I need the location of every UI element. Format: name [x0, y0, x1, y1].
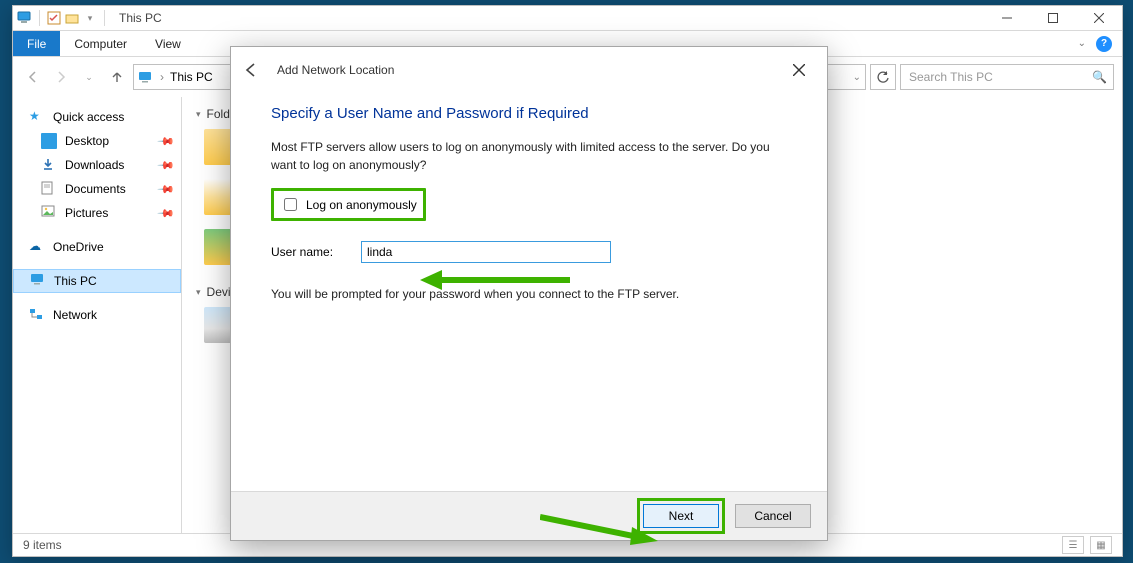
nav-up-button[interactable] [105, 65, 129, 89]
sidebar-item-downloads[interactable]: Downloads 📌 [13, 153, 181, 177]
sidebar-label: Documents [65, 182, 126, 196]
quick-access-toolbar: ▾ [17, 10, 109, 26]
onedrive-icon: ☁ [29, 239, 45, 255]
wizard-close-button[interactable] [779, 56, 819, 84]
ribbon-expand-icon[interactable]: ⌄ [1078, 38, 1086, 49]
qat-dropdown-icon[interactable]: ▾ [82, 10, 98, 26]
maximize-button[interactable] [1030, 6, 1076, 30]
ribbon-tab-file[interactable]: File [13, 31, 60, 56]
sidebar-label: Network [53, 308, 97, 322]
minimize-button[interactable] [984, 6, 1030, 30]
network-icon [29, 307, 45, 323]
nav-recent-dropdown[interactable]: ⌄ [77, 65, 101, 89]
sidebar-label: OneDrive [53, 240, 104, 254]
pictures-icon [41, 205, 57, 221]
titlebar-separator [104, 10, 105, 26]
anonymous-checkbox-input[interactable] [284, 198, 297, 211]
cancel-button[interactable]: Cancel [735, 504, 811, 528]
sidebar-label: This PC [54, 274, 97, 288]
properties-icon[interactable] [46, 10, 62, 26]
chevron-down-icon[interactable]: ▾ [196, 287, 201, 298]
titlebar-separator [39, 10, 40, 26]
sidebar-quick-access[interactable]: ★ Quick access [13, 105, 181, 129]
search-input[interactable] [907, 69, 1086, 85]
this-pc-titlebar-icon [17, 10, 33, 26]
window-title: This PC [119, 11, 162, 25]
pin-icon: 📌 [157, 156, 176, 175]
wizard-footer: Next Cancel [231, 491, 827, 540]
username-label: User name: [271, 245, 341, 259]
sidebar-onedrive[interactable]: ☁ OneDrive [13, 235, 181, 259]
sidebar-network[interactable]: Network [13, 303, 181, 327]
status-item-count: 9 items [23, 538, 62, 552]
checkbox-label: Log on anonymously [306, 198, 417, 212]
wizard-header: Add Network Location [231, 47, 827, 87]
add-network-location-wizard: Add Network Location Specify a User Name… [230, 46, 828, 541]
wizard-body: Specify a User Name and Password if Requ… [231, 87, 827, 491]
ribbon-tab-view[interactable]: View [141, 31, 195, 56]
details-view-button[interactable]: ☰ [1062, 536, 1084, 554]
titlebar: ▾ This PC [13, 6, 1122, 30]
pin-icon: 📌 [157, 132, 176, 151]
wizard-back-button[interactable] [239, 58, 263, 82]
search-box[interactable]: 🔍 [900, 64, 1114, 90]
sidebar-item-documents[interactable]: Documents 📌 [13, 177, 181, 201]
sidebar-label: Quick access [53, 110, 124, 124]
highlight-annotation: Next [637, 498, 725, 534]
this-pc-icon [30, 273, 46, 289]
wizard-description: Most FTP servers allow users to log on a… [271, 138, 787, 174]
chevron-right-icon[interactable]: › [160, 70, 164, 84]
window-controls [984, 6, 1122, 30]
tiles-view-button[interactable]: ▦ [1090, 536, 1112, 554]
pin-icon: 📌 [157, 180, 176, 199]
address-dropdown-icon[interactable]: ⌄ [853, 72, 861, 83]
nav-forward-button[interactable] [49, 65, 73, 89]
highlight-annotation: Log on anonymously [271, 188, 426, 221]
wizard-password-note: You will be prompted for your password w… [271, 285, 787, 303]
address-pc-icon [138, 71, 154, 83]
username-row: User name: [271, 241, 787, 263]
sidebar-label: Pictures [65, 206, 108, 220]
sidebar-item-desktop[interactable]: Desktop 📌 [13, 129, 181, 153]
address-segment[interactable]: This PC [170, 70, 213, 84]
navigation-pane: ★ Quick access Desktop 📌 Downloads 📌 Doc… [13, 97, 182, 533]
documents-icon [41, 181, 57, 197]
sidebar-label: Desktop [65, 134, 109, 148]
pin-icon: 📌 [157, 204, 176, 223]
star-icon: ★ [29, 109, 45, 125]
new-folder-icon[interactable] [64, 10, 80, 26]
wizard-title: Add Network Location [277, 63, 394, 77]
username-input[interactable] [361, 241, 611, 263]
downloads-icon [41, 157, 57, 173]
log-on-anonymously-checkbox[interactable]: Log on anonymously [280, 195, 417, 214]
nav-back-button[interactable] [21, 65, 45, 89]
sidebar-item-pictures[interactable]: Pictures 📌 [13, 201, 181, 225]
wizard-heading: Specify a User Name and Password if Requ… [271, 105, 787, 122]
close-button[interactable] [1076, 6, 1122, 30]
chevron-down-icon[interactable]: ▾ [196, 109, 201, 120]
desktop-icon [41, 133, 57, 149]
refresh-button[interactable] [870, 64, 896, 90]
next-button[interactable]: Next [643, 504, 719, 528]
sidebar-this-pc[interactable]: This PC [13, 269, 181, 293]
search-icon[interactable]: 🔍 [1092, 70, 1107, 84]
ribbon-tab-computer[interactable]: Computer [60, 31, 141, 56]
sidebar-label: Downloads [65, 158, 124, 172]
help-icon[interactable]: ? [1096, 36, 1112, 52]
